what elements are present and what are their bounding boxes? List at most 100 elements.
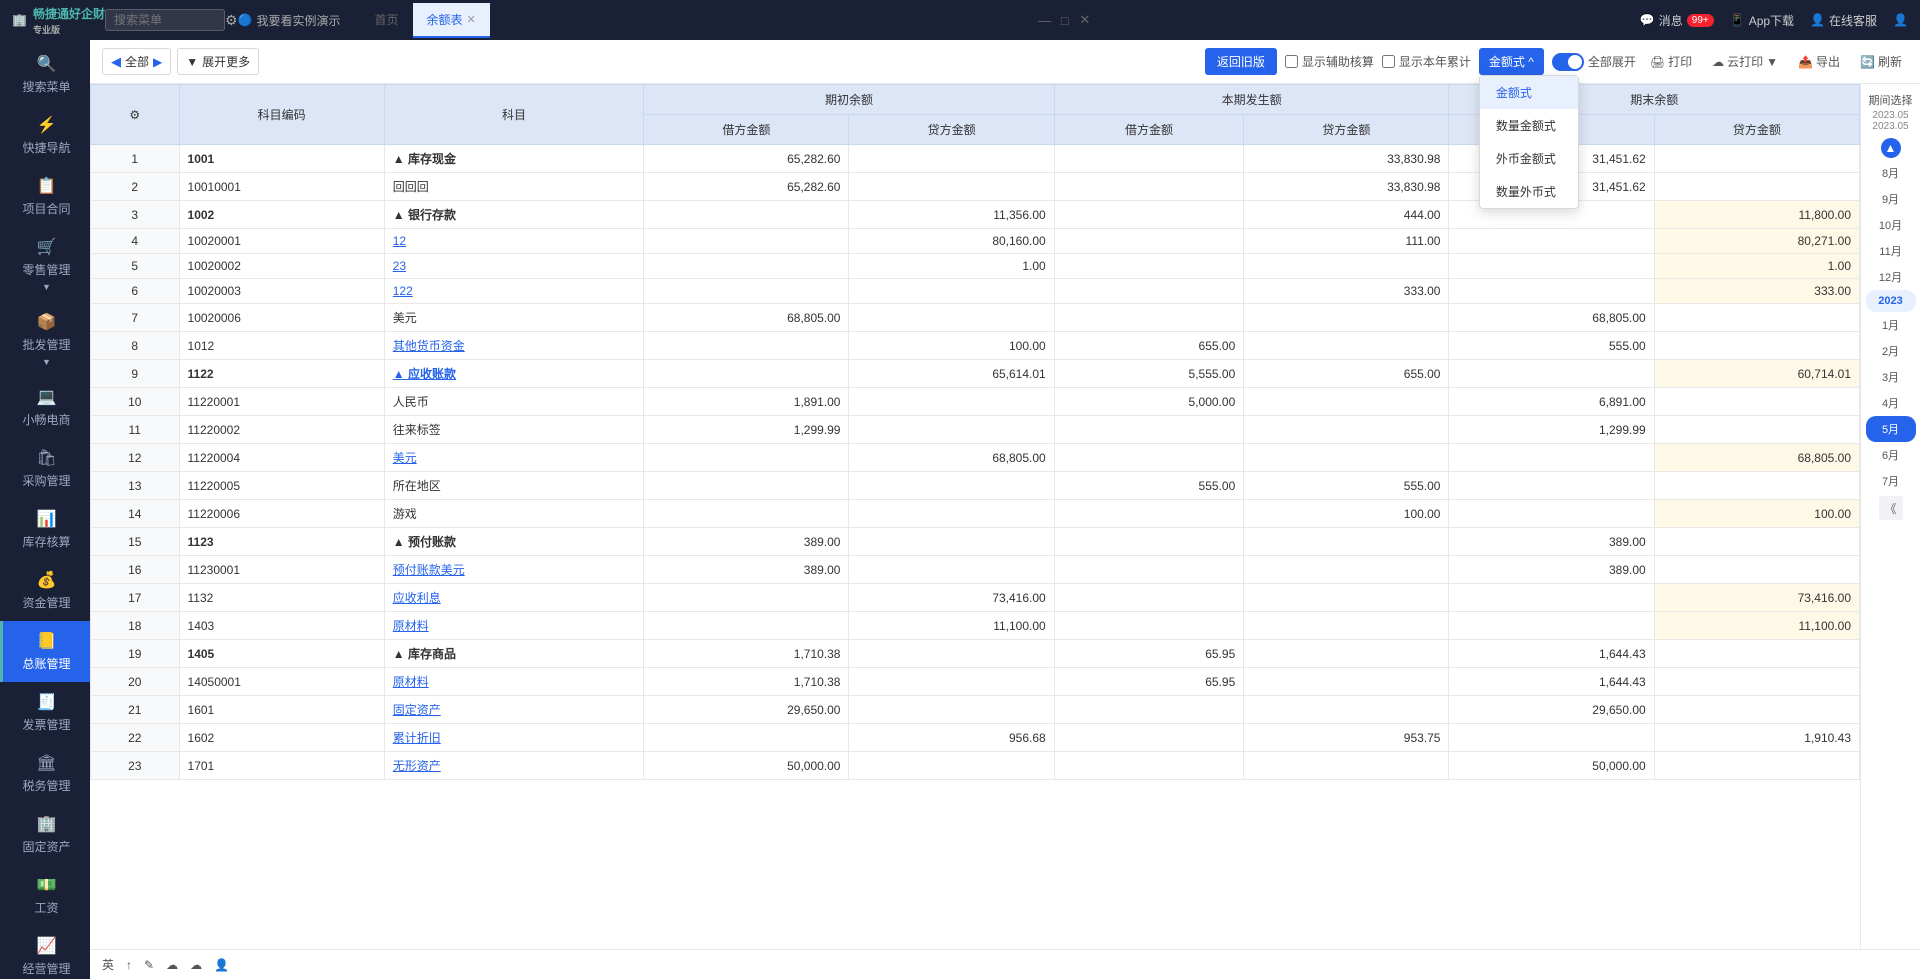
print-button[interactable]: 🖨 打印: [1644, 49, 1698, 74]
period-month-8[interactable]: 8月: [1866, 160, 1916, 186]
sidebar-item-finance[interactable]: 💰 资金管理: [0, 560, 90, 621]
toggle-switch-control[interactable]: [1552, 53, 1584, 71]
format-option-qty-foreign[interactable]: 数量外币式: [1480, 175, 1578, 208]
show-ytd-checkbox[interactable]: 显示本年累计: [1382, 53, 1471, 70]
user-avatar[interactable]: 👤: [1893, 13, 1908, 27]
format-option-amount[interactable]: 金额式: [1480, 76, 1578, 109]
row-num: 16: [91, 556, 180, 584]
tab-home[interactable]: 首页: [361, 3, 413, 38]
account-name[interactable]: 23: [384, 254, 644, 279]
account-name[interactable]: 原材料: [384, 612, 644, 640]
refresh-button[interactable]: 🔄 刷新: [1854, 49, 1908, 74]
maximize-button[interactable]: □: [1057, 12, 1073, 28]
account-name[interactable]: 美元: [384, 444, 644, 472]
cur-credit: [1244, 304, 1449, 332]
cl-debit: 389.00: [1449, 528, 1654, 556]
settings-col-header[interactable]: ⚙: [91, 85, 180, 145]
row-num: 23: [91, 752, 180, 780]
settings-icon[interactable]: ⚙: [225, 12, 238, 29]
sidebar-item-ecommerce[interactable]: 💻 小畅电商: [0, 377, 90, 438]
top-bar: 🏢 畅捷通好企财 专业版 ⚙ 🔵 我要看实例演示 首页 余额表 ✕ — □ ✕ …: [0, 0, 1920, 40]
cl-debit: 68,805.00: [1449, 304, 1654, 332]
period-up-arrow[interactable]: ▲: [1881, 138, 1901, 158]
closing-credit-header: 贷方金额: [1654, 115, 1859, 145]
account-name[interactable]: 无形资产: [384, 752, 644, 780]
cl-debit: 1,644.43: [1449, 640, 1654, 668]
period-month-5[interactable]: 5月: [1866, 416, 1916, 442]
cloud-print-button[interactable]: ☁ 云打印 ▼: [1706, 49, 1784, 74]
current-debit-header: 借方金额: [1054, 115, 1244, 145]
show-subsidiary-checkbox[interactable]: 显示辅助核算: [1285, 53, 1374, 70]
period-month-12[interactable]: 12月: [1866, 264, 1916, 290]
demo-link[interactable]: 🔵 我要看实例演示: [238, 12, 341, 29]
sidebar-item-inventory[interactable]: 📊 库存核算: [0, 499, 90, 560]
refresh-icon: 🔄: [1860, 55, 1875, 69]
period-month-2[interactable]: 2月: [1866, 338, 1916, 364]
online-service-button[interactable]: 👤 在线客服: [1810, 12, 1877, 29]
account-name[interactable]: 固定资产: [384, 696, 644, 724]
ytd-checkbox-input[interactable]: [1382, 55, 1395, 68]
table-row: 15 1123 ▲ 预付账款 389.00 389.00: [91, 528, 1860, 556]
scroll-top-button[interactable]: ↑: [126, 958, 132, 972]
account-name[interactable]: 其他货币资金: [384, 332, 644, 360]
account-name[interactable]: ▲ 应收账款: [384, 360, 644, 388]
sidebar-item-search[interactable]: 🔍 搜索菜单: [0, 44, 90, 105]
period-collapse-toggle[interactable]: 《: [1879, 496, 1903, 520]
period-month-4[interactable]: 4月: [1866, 390, 1916, 416]
period-month-10[interactable]: 10月: [1866, 212, 1916, 238]
period-month-6[interactable]: 6月: [1866, 442, 1916, 468]
app-download-button[interactable]: 📱 App下载: [1730, 12, 1794, 29]
sidebar-item-payroll[interactable]: 💵 工资: [0, 865, 90, 926]
account-name[interactable]: 应收利息: [384, 584, 644, 612]
search-input[interactable]: [105, 9, 225, 31]
sidebar-item-invoice[interactable]: 🧾 发票管理: [0, 682, 90, 743]
back-old-version-button[interactable]: 返回旧版: [1205, 48, 1277, 75]
sidebar-item-ledger[interactable]: 📒 总账管理: [0, 621, 90, 682]
sidebar-item-retail[interactable]: 🛒 零售管理 ▼: [0, 227, 90, 302]
sidebar-item-quicknav[interactable]: ⚡ 快捷导航: [0, 105, 90, 166]
account-name[interactable]: 12: [384, 229, 644, 254]
account-name[interactable]: 预付账款美元: [384, 556, 644, 584]
account-name[interactable]: 原材料: [384, 668, 644, 696]
sidebar-item-projects[interactable]: 📋 项目合同: [0, 166, 90, 227]
period-month-1[interactable]: 1月: [1866, 312, 1916, 338]
format-option-qty-amount[interactable]: 数量金额式: [1480, 109, 1578, 142]
lang-button[interactable]: 英: [102, 956, 114, 973]
account-name: 所在地区: [384, 472, 644, 500]
minimize-button[interactable]: —: [1037, 12, 1053, 28]
up-arrow-icon: ↑: [126, 958, 132, 972]
period-month-11[interactable]: 11月: [1866, 238, 1916, 264]
cur-debit: [1054, 696, 1244, 724]
expand-all-toggle[interactable]: 全部展开: [1552, 53, 1636, 71]
cloud-button-1[interactable]: ☁: [166, 958, 178, 972]
format-option-foreign-amount[interactable]: 外币金额式: [1480, 142, 1578, 175]
account-name[interactable]: 累计折旧: [384, 724, 644, 752]
sidebar-item-tax[interactable]: 🏛 税务管理: [0, 743, 90, 804]
period-month-7[interactable]: 7月: [1866, 468, 1916, 494]
cloud-button-2[interactable]: ☁: [190, 958, 202, 972]
account-name[interactable]: 122: [384, 279, 644, 304]
sidebar-item-assets[interactable]: 🏢 固定资产: [0, 804, 90, 865]
close-button[interactable]: ✕: [1077, 12, 1093, 28]
content-area: ◀ 全部 ▶ ▼ 展开更多 返回旧版 显示辅助核算: [90, 40, 1920, 979]
period-month-9[interactable]: 9月: [1866, 186, 1916, 212]
tab-balance-sheet[interactable]: 余额表 ✕: [413, 3, 490, 38]
table-row: 23 1701 无形资产 50,000.00 50,000.00: [91, 752, 1860, 780]
tab-close-icon[interactable]: ✕: [467, 13, 476, 26]
sidebar-item-purchase[interactable]: 🛍 采购管理: [0, 438, 90, 499]
sidebar-item-wholesale[interactable]: 📦 批发管理 ▼: [0, 302, 90, 377]
subsidiary-checkbox-input[interactable]: [1285, 55, 1298, 68]
period-month-3[interactable]: 3月: [1866, 364, 1916, 390]
all-button[interactable]: ◀ 全部 ▶: [102, 48, 171, 75]
sidebar-item-operations[interactable]: 📈 经营管理: [0, 926, 90, 979]
format-dropdown-button[interactable]: 金额式 ^: [1479, 48, 1544, 75]
user-button[interactable]: 👤: [214, 958, 229, 972]
export-button[interactable]: 📤 导出: [1792, 49, 1846, 74]
expand-button[interactable]: ▼ 展开更多: [177, 48, 259, 75]
retail-icon: 🛒: [37, 237, 57, 257]
message-button[interactable]: 💬 消息 99+: [1640, 12, 1714, 29]
op-credit: [849, 528, 1054, 556]
opening-balance-header: 期初余额: [644, 85, 1054, 115]
edit-button[interactable]: ✎: [144, 958, 154, 972]
cl-credit: [1654, 145, 1859, 173]
